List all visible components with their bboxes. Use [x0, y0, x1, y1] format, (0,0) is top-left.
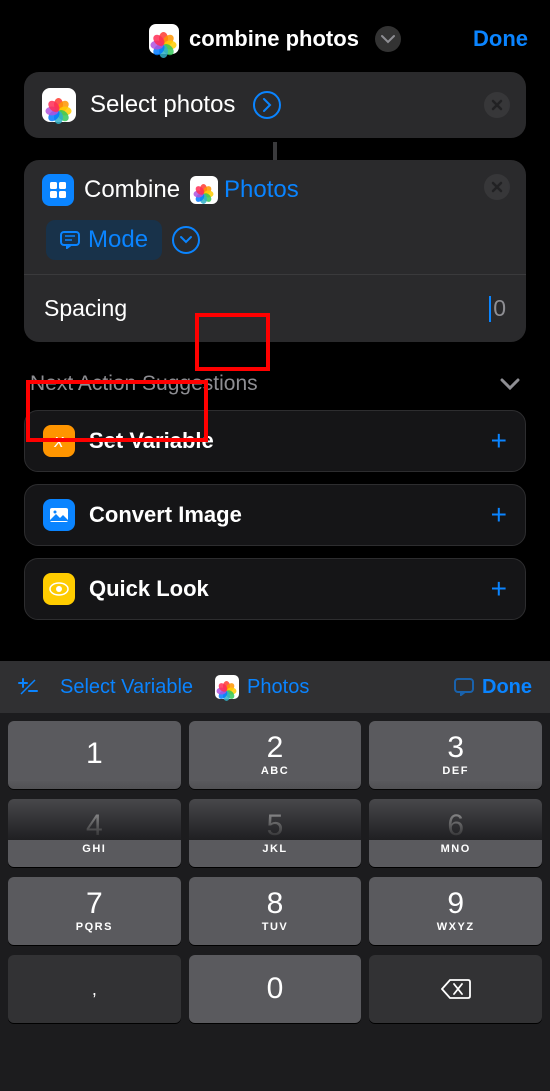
shortcut-title: combine photos [189, 26, 359, 52]
action-label: Select photos [90, 91, 235, 119]
expand-chevron-icon[interactable] [172, 226, 200, 254]
key-2[interactable]: 2ABC [189, 721, 362, 789]
key-9[interactable]: 9WXYZ [369, 877, 542, 945]
text-cursor [489, 296, 491, 322]
suggestion-label: Set Variable [89, 428, 214, 454]
chat-icon [454, 678, 474, 696]
close-icon[interactable] [484, 92, 510, 118]
spacing-input[interactable]: 0 [489, 295, 506, 322]
photos-token-label: Photos [224, 176, 299, 204]
plus-minus-icon[interactable] [18, 677, 38, 697]
combine-label: Combine [84, 176, 180, 204]
key-1[interactable]: 1 [8, 721, 181, 789]
suggestion-quick-look[interactable]: Quick Look + [24, 558, 526, 620]
arrow-right-icon[interactable] [253, 91, 281, 119]
eye-icon [43, 573, 75, 605]
suggestion-label: Quick Look [89, 576, 209, 602]
photos-icon [42, 88, 76, 122]
backspace-icon [441, 978, 471, 1000]
header-title-wrap[interactable]: combine photos [149, 24, 401, 54]
key-comma[interactable]: , [8, 955, 181, 1023]
done-button[interactable]: Done [473, 26, 528, 52]
suggestion-set-variable[interactable]: x Set Variable + [24, 410, 526, 472]
close-icon[interactable] [484, 174, 510, 200]
key-7[interactable]: 7PQRS [8, 877, 181, 945]
chevron-down-icon[interactable] [375, 26, 401, 52]
keyboard-toolbar: Select Variable Photos Done [0, 661, 550, 713]
select-photos-action[interactable]: Select photos [24, 72, 526, 138]
grid-icon [42, 174, 74, 206]
image-icon [43, 499, 75, 531]
photos-variable-button[interactable]: Photos [215, 675, 309, 699]
variable-icon: x [43, 425, 75, 457]
plus-icon[interactable]: + [491, 573, 507, 605]
plus-icon[interactable]: + [491, 499, 507, 531]
connector [273, 142, 277, 160]
photos-variable-token[interactable]: Photos [190, 176, 299, 204]
combine-action[interactable]: Combine Photos [24, 160, 526, 274]
photos-app-icon [149, 24, 179, 54]
suggestions-title: Next Action Suggestions [30, 372, 258, 396]
key-5[interactable]: 5JKL [189, 799, 362, 867]
key-8[interactable]: 8TUV [189, 877, 362, 945]
key-6[interactable]: 6MNO [369, 799, 542, 867]
plus-icon[interactable]: + [491, 425, 507, 457]
select-variable-button[interactable]: Select Variable [60, 676, 193, 699]
mode-label: Mode [88, 226, 148, 254]
spacing-row[interactable]: Spacing 0 [24, 274, 526, 342]
key-backspace[interactable] [369, 955, 542, 1023]
suggestion-convert-image[interactable]: Convert Image + [24, 484, 526, 546]
numeric-keypad: 1 2ABC 3DEF 4GHI 5JKL 6MNO 7PQRS 8TUV 9W… [0, 713, 550, 1091]
key-4[interactable]: 4GHI [8, 799, 181, 867]
keyboard-done-button[interactable]: Done [454, 676, 532, 699]
chat-icon [60, 231, 80, 249]
keyboard-area: Select Variable Photos Done [0, 661, 550, 1091]
mode-parameter[interactable]: Mode [46, 220, 162, 260]
key-0[interactable]: 0 [189, 955, 362, 1023]
photos-icon [215, 675, 239, 699]
content: Select photos Combine [0, 72, 550, 620]
key-3[interactable]: 3DEF [369, 721, 542, 789]
suggestions-header[interactable]: Next Action Suggestions [24, 342, 526, 410]
chevron-down-icon [500, 377, 520, 391]
suggestion-label: Convert Image [89, 502, 242, 528]
photos-icon [190, 176, 218, 204]
header: combine photos Done [0, 0, 550, 72]
spacing-label: Spacing [44, 295, 127, 322]
